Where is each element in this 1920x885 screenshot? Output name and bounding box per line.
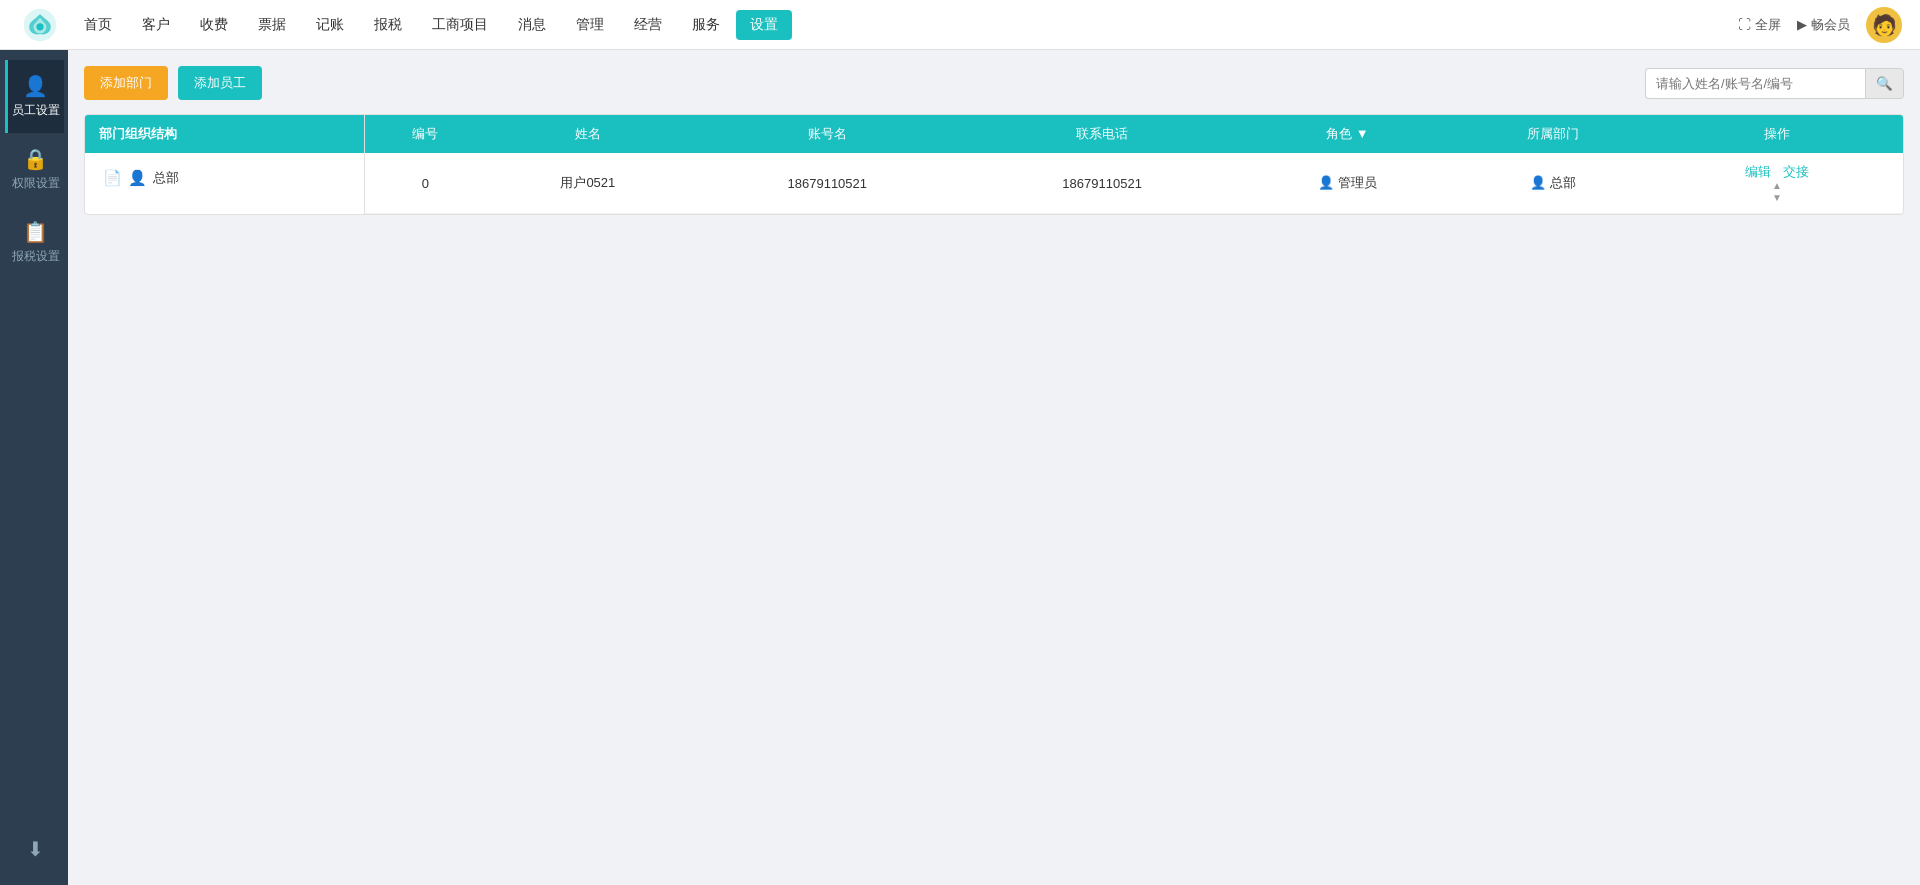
nav-item-票据[interactable]: 票据 bbox=[244, 10, 300, 40]
sidebar-items: 👤 员工设置🔒 权限设置📋 报税设置 bbox=[5, 60, 64, 279]
dept-tree-header: 部门组织结构 bbox=[85, 115, 364, 153]
employee-table: 编号 姓名 账号名 联系电话 角色 ▼ 所属部门 操作 0 用户0521 186… bbox=[365, 115, 1903, 214]
dept-user-icon: 👤 bbox=[1530, 175, 1546, 190]
table: 编号 姓名 账号名 联系电话 角色 ▼ 所属部门 操作 0 用户0521 186… bbox=[365, 115, 1903, 214]
main-content: 添加部门 添加员工 🔍 部门组织结构 📄 👤 总部 bbox=[68, 50, 1920, 885]
edit-button[interactable]: 编辑 bbox=[1741, 163, 1775, 181]
col-role[interactable]: 角色 ▼ bbox=[1240, 115, 1456, 153]
search-button[interactable]: 🔍 bbox=[1865, 68, 1904, 99]
fullscreen-icon: ⛶ bbox=[1738, 17, 1751, 32]
dept-node-label: 总部 bbox=[153, 169, 179, 187]
logo-icon bbox=[22, 7, 58, 43]
nav-item-收费[interactable]: 收费 bbox=[186, 10, 242, 40]
user-icon: 👤 bbox=[128, 169, 147, 187]
nav-item-经营[interactable]: 经营 bbox=[620, 10, 676, 40]
col-account: 账号名 bbox=[690, 115, 965, 153]
logo bbox=[10, 7, 70, 43]
nav-item-客户[interactable]: 客户 bbox=[128, 10, 184, 40]
sidebar-label-2: 报税设置 bbox=[12, 248, 60, 265]
nav-item-服务[interactable]: 服务 bbox=[678, 10, 734, 40]
nav-item-消息[interactable]: 消息 bbox=[504, 10, 560, 40]
dept-tree-body: 📄 👤 总部 bbox=[85, 153, 364, 203]
toolbar: 添加部门 添加员工 🔍 bbox=[84, 66, 1904, 100]
role-user-icon: 👤 bbox=[1318, 175, 1334, 190]
scroll-up-icon[interactable]: ▲ bbox=[1772, 181, 1782, 191]
cell-phone: 18679110521 bbox=[965, 153, 1240, 214]
table-header: 编号 姓名 账号名 联系电话 角色 ▼ 所属部门 操作 bbox=[365, 115, 1903, 153]
nav-items: 首页客户收费票据记账报税工商项目消息管理经营服务设置 bbox=[70, 10, 1738, 40]
nav-item-记账[interactable]: 记账 bbox=[302, 10, 358, 40]
header-row: 编号 姓名 账号名 联系电话 角色 ▼ 所属部门 操作 bbox=[365, 115, 1903, 153]
cell-name: 用户0521 bbox=[486, 153, 690, 214]
toolbar-right: 🔍 bbox=[1645, 68, 1904, 99]
cell-account: 18679110521 bbox=[690, 153, 965, 214]
content-area: 部门组织结构 📄 👤 总部 编号 姓名 账号名 bbox=[84, 114, 1904, 215]
member-label: 畅会员 bbox=[1811, 16, 1850, 34]
col-ops: 操作 bbox=[1651, 115, 1903, 153]
sidebar-item-2[interactable]: 📋 报税设置 bbox=[5, 206, 64, 279]
member-icon: ▶ bbox=[1797, 17, 1807, 32]
nav-item-报税[interactable]: 报税 bbox=[360, 10, 416, 40]
nav-item-首页[interactable]: 首页 bbox=[70, 10, 126, 40]
fullscreen-button[interactable]: ⛶ 全屏 bbox=[1738, 16, 1781, 34]
col-phone: 联系电话 bbox=[965, 115, 1240, 153]
transfer-button[interactable]: 交接 bbox=[1779, 163, 1813, 181]
right-actions: ⛶ 全屏 ▶ 畅会员 🧑 bbox=[1738, 7, 1902, 43]
sidebar-icon-2: 📋 bbox=[23, 220, 48, 244]
svg-point-1 bbox=[36, 23, 43, 30]
sidebar-icon-0: 👤 bbox=[23, 74, 48, 98]
nav-item-工商项目[interactable]: 工商项目 bbox=[418, 10, 502, 40]
cell-id: 0 bbox=[365, 153, 486, 214]
sidebar-label-0: 员工设置 bbox=[12, 102, 60, 119]
dept-node-general[interactable]: 📄 👤 总部 bbox=[95, 163, 354, 193]
col-name: 姓名 bbox=[486, 115, 690, 153]
add-dept-button[interactable]: 添加部门 bbox=[84, 66, 168, 100]
sidebar-item-1[interactable]: 🔒 权限设置 bbox=[5, 133, 64, 206]
dept-tree: 部门组织结构 📄 👤 总部 bbox=[85, 115, 365, 214]
scroll-arrows: ▲ ▼ bbox=[1659, 181, 1895, 203]
nav-item-管理[interactable]: 管理 bbox=[562, 10, 618, 40]
sidebar-item-0[interactable]: 👤 员工设置 bbox=[5, 60, 64, 133]
nav-item-设置[interactable]: 设置 bbox=[736, 10, 792, 40]
layout: 👤 员工设置🔒 权限设置📋 报税设置 ⬇ 添加部门 添加员工 🔍 bbox=[0, 50, 1920, 885]
sidebar-icon-1: 🔒 bbox=[23, 147, 48, 171]
member-button[interactable]: ▶ 畅会员 bbox=[1797, 16, 1850, 34]
sidebar-bottom: ⬇ bbox=[20, 823, 48, 885]
sidebar: 👤 员工设置🔒 权限设置📋 报税设置 ⬇ bbox=[0, 50, 68, 885]
sidebar-label-1: 权限设置 bbox=[12, 175, 60, 192]
col-dept: 所属部门 bbox=[1455, 115, 1651, 153]
cell-role: 👤管理员 bbox=[1240, 153, 1456, 214]
cell-ops: 编辑 交接 ▲ ▼ bbox=[1651, 153, 1903, 214]
sidebar-item-download[interactable]: ⬇ bbox=[20, 823, 48, 875]
avatar[interactable]: 🧑 bbox=[1866, 7, 1902, 43]
scroll-down-icon[interactable]: ▼ bbox=[1772, 193, 1782, 203]
add-employee-button[interactable]: 添加员工 bbox=[178, 66, 262, 100]
download-icon: ⬇ bbox=[27, 837, 44, 861]
table-row: 0 用户0521 18679110521 18679110521 👤管理员 👤总… bbox=[365, 153, 1903, 214]
file-icon: 📄 bbox=[103, 169, 122, 187]
search-input[interactable] bbox=[1645, 68, 1865, 99]
cell-dept: 👤总部 bbox=[1455, 153, 1651, 214]
table-body: 0 用户0521 18679110521 18679110521 👤管理员 👤总… bbox=[365, 153, 1903, 214]
top-nav: 首页客户收费票据记账报税工商项目消息管理经营服务设置 ⛶ 全屏 ▶ 畅会员 🧑 bbox=[0, 0, 1920, 50]
col-id: 编号 bbox=[365, 115, 486, 153]
fullscreen-label: 全屏 bbox=[1755, 16, 1781, 34]
